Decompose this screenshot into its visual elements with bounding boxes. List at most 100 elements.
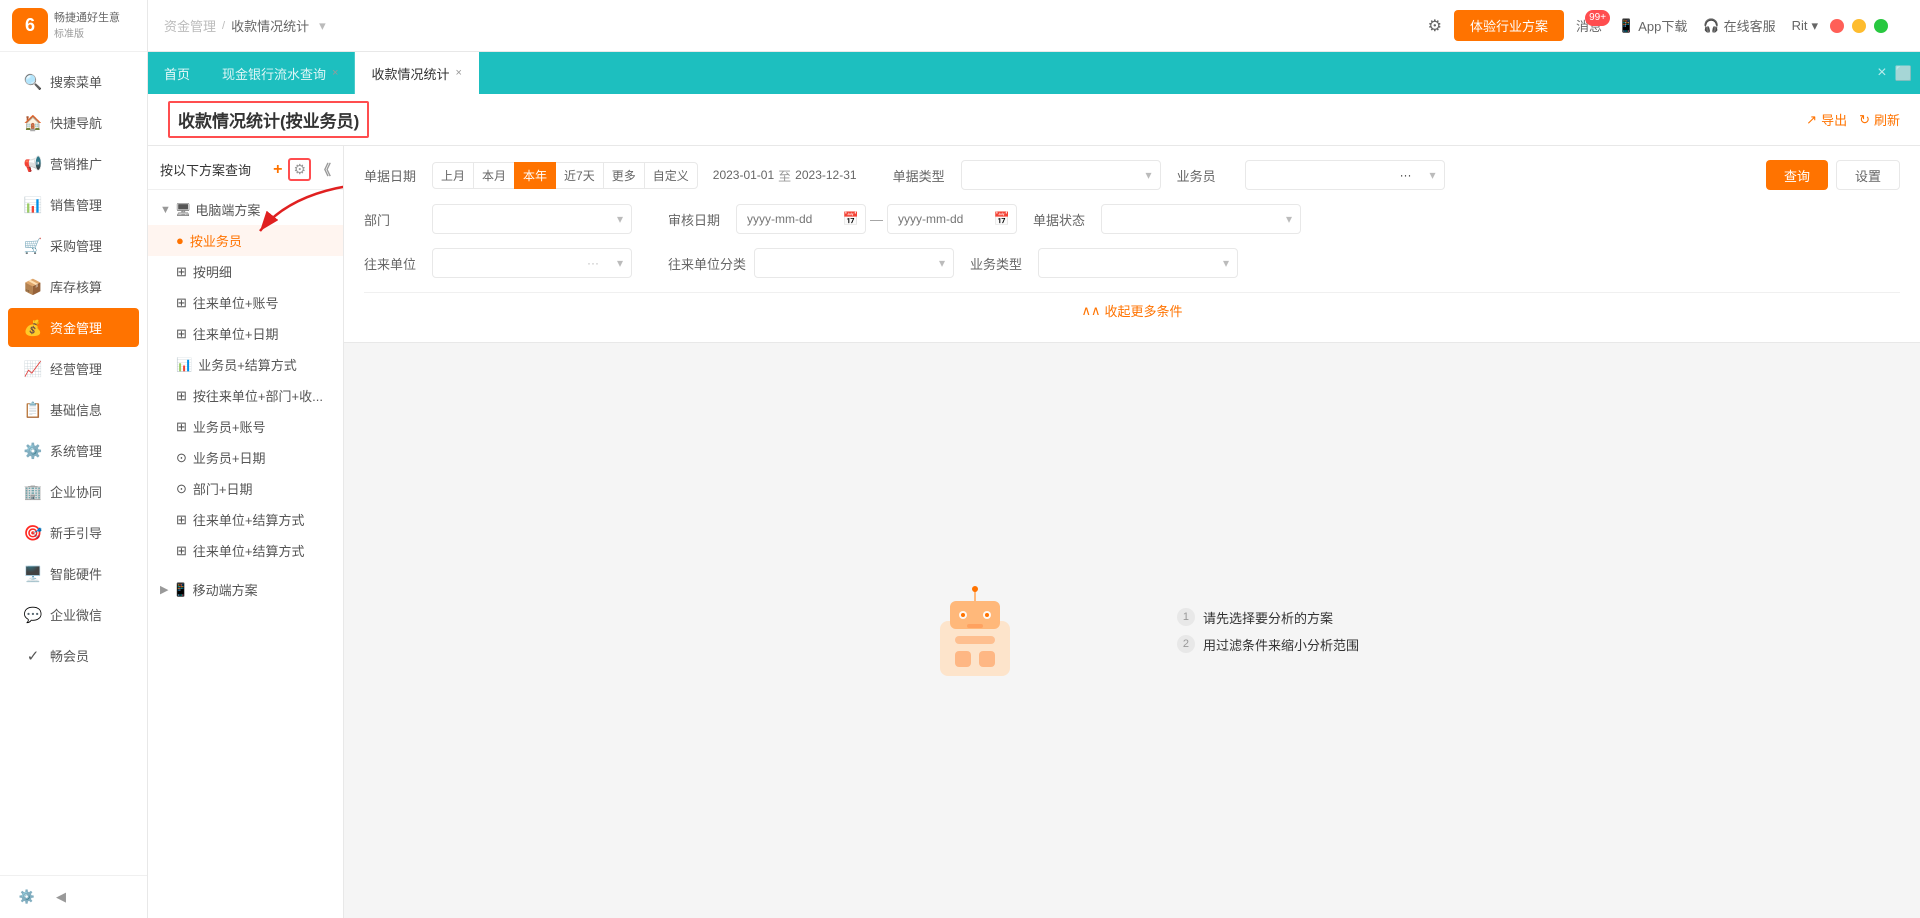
scheme-item-unit-settle2[interactable]: ⊞ 往来单位+结算方式: [148, 535, 343, 566]
date-tab-custom[interactable]: 自定义: [644, 162, 698, 189]
sidebar-item-label: 畅会员: [50, 646, 89, 665]
scheme-item-sales-settle[interactable]: 📊 业务员+结算方式: [148, 349, 343, 380]
unit-settle2-icon: ⊞: [176, 543, 187, 559]
sidebar-item-search[interactable]: 🔍 搜索菜单: [8, 62, 139, 101]
sidebar-item-label: 新手引导: [50, 523, 102, 542]
sidebar-item-finance[interactable]: 💰 资金管理: [8, 308, 139, 347]
date-tab-more[interactable]: 更多: [603, 162, 645, 189]
date-tab-last-month[interactable]: 上月: [432, 162, 474, 189]
add-scheme-btn[interactable]: +: [273, 161, 282, 179]
sidebar-item-sales[interactable]: 📊 销售管理: [8, 185, 139, 224]
scheme-item-unit-settle1[interactable]: ⊞ 往来单位+结算方式: [148, 504, 343, 535]
business-type-select[interactable]: [1038, 248, 1238, 278]
record-status-select[interactable]: [1101, 204, 1301, 234]
close-window-btn[interactable]: [1830, 19, 1844, 33]
scheme-group-mobile-title[interactable]: ▶ 📱 移动端方案: [148, 574, 343, 605]
sidebar-item-purchase[interactable]: 🛒 采购管理: [8, 226, 139, 265]
mobile-group-icon: 📱: [172, 582, 188, 598]
collapse-btn[interactable]: ∧∧ 收起更多条件: [364, 292, 1900, 328]
left-panel: 按以下方案查询 + ⚙ 《 ▼ 🖥 电脑端方案 ● 按业务员: [148, 146, 344, 918]
sidebar-item-label: 搜索菜单: [50, 72, 102, 91]
sidebar-item-label: 企业协同: [50, 482, 102, 501]
basic-icon: 📋: [24, 401, 42, 419]
scheme-settings-btn[interactable]: ⚙: [288, 158, 311, 181]
topbar-gear-icon[interactable]: ⚙: [1428, 16, 1442, 36]
tab-home[interactable]: 首页: [148, 52, 206, 94]
partner-category-select[interactable]: [754, 248, 954, 278]
calendar-end-icon: 📅: [994, 211, 1010, 227]
system-icon: ⚙️: [24, 442, 42, 460]
date-range: 2023-01-01 至 2023-12-31: [713, 166, 857, 185]
scheme-group-desktop-title[interactable]: ▼ 🖥 电脑端方案: [148, 194, 343, 225]
close-all-tabs-icon[interactable]: ×: [1877, 64, 1886, 82]
user-name[interactable]: Rit ▾: [1792, 18, 1818, 34]
sidebar-item-marketing[interactable]: 📢 营销推广: [8, 144, 139, 183]
refresh-btn[interactable]: ↻ 刷新: [1859, 110, 1900, 129]
salesperson-select[interactable]: ···: [1245, 160, 1445, 190]
sidebar-item-system[interactable]: ⚙️ 系统管理: [8, 431, 139, 470]
tip-2-text: 用过滤条件来缩小分析范围: [1203, 635, 1359, 654]
filter-row-2: 部门 审核日期 📅 — �: [364, 204, 1900, 234]
tab-receivables[interactable]: 收款情况统计 ×: [355, 52, 478, 94]
online-service-link[interactable]: 🎧 在线客服: [1703, 16, 1775, 35]
scheme-item-by-salesperson[interactable]: ● 按业务员: [148, 225, 343, 256]
member-icon: ✓: [24, 647, 42, 665]
panel-collapse-btn[interactable]: 《: [317, 160, 331, 180]
sidebar-item-label: 采购管理: [50, 236, 102, 255]
breadcrumb-current: 收款情况统计: [231, 16, 309, 35]
review-start-input[interactable]: 📅: [736, 204, 866, 234]
partner-input[interactable]: ···: [432, 248, 632, 278]
app-logo-icon: 6: [12, 8, 48, 44]
sidebar-item-wechat[interactable]: 💬 企业微信: [8, 595, 139, 634]
settings-bottom-icon[interactable]: ⚙️: [16, 886, 38, 908]
sidebar-item-inventory[interactable]: 📦 库存核算: [8, 267, 139, 306]
filter-partner-category: 往来单位分类: [668, 248, 954, 278]
scheme-item-unit-date[interactable]: ⊞ 往来单位+日期: [148, 318, 343, 349]
record-type-select[interactable]: [961, 160, 1161, 190]
home-icon: 🏠: [24, 114, 42, 132]
filter-settings-btn[interactable]: 设置: [1836, 160, 1900, 190]
sidebar-bottom: ⚙️ ◀: [0, 875, 147, 918]
maximize-window-btn[interactable]: [1874, 19, 1888, 33]
query-buttons: 查询 设置: [1766, 160, 1900, 190]
filter-date: 单据日期 上月 本月 本年 近7天 更多 自定义 2023-01-01 至: [364, 162, 857, 189]
dept-select[interactable]: [432, 204, 632, 234]
arrow-down-icon: ▼: [160, 204, 171, 216]
minimize-window-btn[interactable]: [1852, 19, 1866, 33]
review-end-input[interactable]: 📅: [887, 204, 1017, 234]
sidebar-item-quick-nav[interactable]: 🏠 快捷导航: [8, 103, 139, 142]
query-btn[interactable]: 查询: [1766, 160, 1828, 190]
trial-btn[interactable]: 体验行业方案: [1454, 10, 1564, 41]
breadcrumb-dropdown-icon[interactable]: ▾: [319, 18, 326, 34]
scheme-item-sales-account[interactable]: ⊞ 业务员+账号: [148, 411, 343, 442]
sidebar-item-basic[interactable]: 📋 基础信息: [8, 390, 139, 429]
partner-category-label: 往来单位分类: [668, 254, 746, 273]
date-tab-7days[interactable]: 近7天: [555, 162, 604, 189]
date-tab-this-year[interactable]: 本年: [514, 162, 556, 189]
panel-header: 按以下方案查询 + ⚙ 《: [148, 146, 343, 190]
scheme-item-unit-account[interactable]: ⊞ 往来单位+账号: [148, 287, 343, 318]
filter-row-3: 往来单位 ··· 往来单位分类 业务类型: [364, 248, 1900, 278]
scheme-item-unit-dept[interactable]: ⊞ 按往来单位+部门+收...: [148, 380, 343, 411]
tab-bank-flow[interactable]: 现金银行流水查询 ×: [206, 52, 355, 94]
scheme-item-sales-date[interactable]: ⊙ 业务员+日期: [148, 442, 343, 473]
date-tab-this-month[interactable]: 本月: [473, 162, 515, 189]
sidebar-item-operation[interactable]: 📈 经营管理: [8, 349, 139, 388]
sidebar-item-guide[interactable]: 🎯 新手引导: [8, 513, 139, 552]
scheme-item-by-detail[interactable]: ⊞ 按明细: [148, 256, 343, 287]
collapse-icon[interactable]: ◀: [50, 886, 72, 908]
page-actions: ↗ 导出 ↻ 刷新: [1806, 110, 1900, 129]
tab-close-bank[interactable]: ×: [332, 67, 338, 79]
app-download-link[interactable]: 📱 App下载: [1618, 16, 1687, 35]
sidebar-item-enterprise[interactable]: 🏢 企业协同: [8, 472, 139, 511]
export-btn[interactable]: ↗ 导出: [1806, 110, 1847, 129]
sidebar-item-member[interactable]: ✓ 畅会员: [8, 636, 139, 675]
purchase-icon: 🛒: [24, 237, 42, 255]
unit-settle1-icon: ⊞: [176, 512, 187, 528]
filter-dept: 部门: [364, 204, 632, 234]
notification-icon[interactable]: 消息 99+: [1576, 16, 1602, 35]
scheme-item-dept-date[interactable]: ⊙ 部门+日期: [148, 473, 343, 504]
tab-close-receivables[interactable]: ×: [455, 67, 461, 79]
sidebar-item-hardware[interactable]: 🖥️ 智能硬件: [8, 554, 139, 593]
restore-window-icon[interactable]: ⬜: [1895, 65, 1912, 82]
